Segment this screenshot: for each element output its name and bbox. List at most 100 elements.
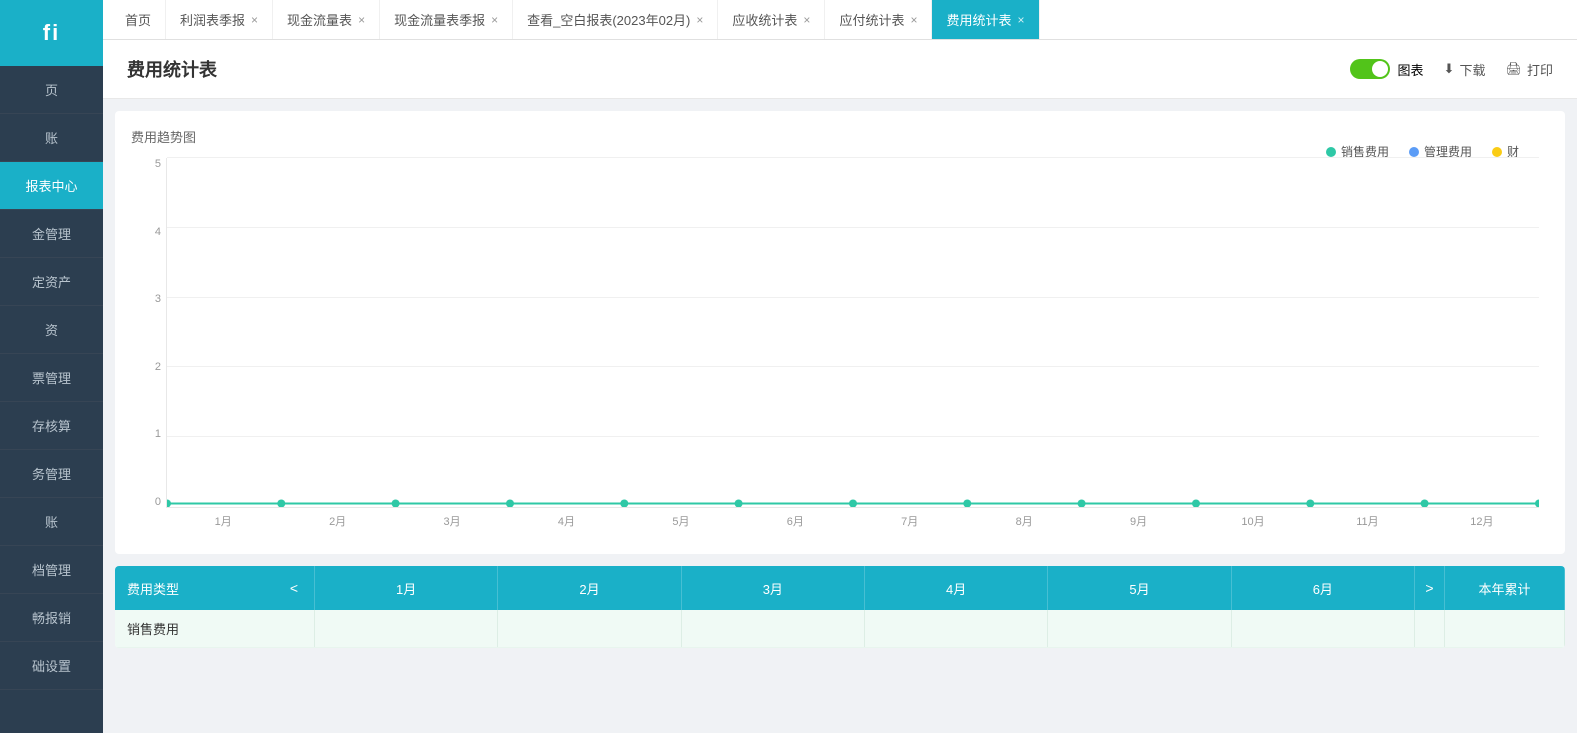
sidebar-item-ledger[interactable]: 账 [0, 498, 103, 546]
print-label: 打印 [1527, 60, 1553, 79]
app-logo: fi [0, 0, 103, 66]
x-label-11: 11月 [1310, 513, 1424, 538]
th-month-4: 4月 [865, 566, 1048, 610]
tab-blank-report-label: 查看_空白报表(2023年02月) [527, 10, 690, 29]
tab-payable-label: 应付统计表 [839, 10, 904, 29]
chart-svg [167, 158, 1539, 507]
tab-cashflow-quarterly-label: 现金流量表季报 [394, 10, 485, 29]
td-type-sales: 销售费用 [115, 610, 315, 647]
x-axis: 1月 2月 3月 4月 5月 6月 7月 8月 9月 10月 11月 12月 [166, 513, 1539, 538]
main-area: 首页 利润表季报 × 现金流量表 × 现金流量表季报 × 查看_空白报表(202… [103, 0, 1577, 733]
x-label-9: 9月 [1081, 513, 1195, 538]
tab-cashflow-close[interactable]: × [358, 13, 365, 27]
sidebar-item-account[interactable]: 账 [0, 114, 103, 162]
download-icon: ⬇ [1444, 61, 1455, 77]
td-sales-2 [498, 610, 681, 647]
sidebar-item-inventory[interactable]: 存核算 [0, 402, 103, 450]
legend-sales-dot [1326, 147, 1336, 157]
tab-expense[interactable]: 费用统计表 × [932, 0, 1039, 40]
tab-receivable-close[interactable]: × [803, 13, 810, 27]
th-month-6: 6月 [1232, 566, 1415, 610]
tab-blank-report-close[interactable]: × [696, 13, 703, 27]
x-label-7: 7月 [853, 513, 967, 538]
table-row-sales: 销售费用 [115, 610, 1565, 648]
th-total: 本年累计 [1445, 566, 1565, 610]
y-axis: 0 1 2 3 4 5 [131, 158, 161, 508]
td-sales-5 [1048, 610, 1231, 647]
tab-blank-report[interactable]: 查看_空白报表(2023年02月) × [513, 0, 718, 40]
tab-profit-close[interactable]: × [251, 13, 258, 27]
table-nav-prev[interactable]: < [286, 578, 302, 598]
td-sales-total [1445, 610, 1565, 647]
th-nav-next: > [1415, 566, 1445, 610]
chart-area: 0 1 2 3 4 5 [131, 158, 1549, 538]
y-label-3: 3 [131, 293, 161, 305]
tab-receivable[interactable]: 应收统计表 × [718, 0, 825, 40]
th-month-2: 2月 [498, 566, 681, 610]
chart-toggle[interactable] [1350, 59, 1390, 79]
sidebar-item-reports[interactable]: 报表中心 [0, 162, 103, 210]
tab-profit-label: 利润表季报 [180, 10, 245, 29]
tab-receivable-label: 应收统计表 [732, 10, 797, 29]
sidebar-item-home[interactable]: 页 [0, 66, 103, 114]
sidebar-item-finance[interactable]: 金管理 [0, 210, 103, 258]
th-month-5: 5月 [1048, 566, 1231, 610]
tab-expense-close[interactable]: × [1017, 13, 1024, 27]
y-label-0: 0 [131, 496, 161, 508]
page-header: 费用统计表 图表 ⬇ 下载 🖨 打印 [103, 40, 1577, 99]
x-label-8: 8月 [967, 513, 1081, 538]
y-label-2: 2 [131, 361, 161, 373]
chart-wrapper: 0 1 2 3 4 5 [131, 158, 1549, 538]
x-label-10: 10月 [1196, 513, 1310, 538]
td-sales-3 [682, 610, 865, 647]
sidebar-item-service[interactable]: 务管理 [0, 450, 103, 498]
download-button[interactable]: ⬇ 下载 [1444, 60, 1486, 79]
download-label: 下载 [1459, 60, 1485, 79]
chart-toggle-container: 图表 [1350, 59, 1424, 79]
header-actions: 图表 ⬇ 下载 🖨 打印 [1350, 59, 1553, 79]
x-label-3: 3月 [395, 513, 509, 538]
sidebar-item-archive[interactable]: 档管理 [0, 546, 103, 594]
table-section: 费用类型 < 1月 2月 3月 4月 5月 6月 > 本年累计 销售费用 [115, 566, 1565, 648]
y-label-1: 1 [131, 428, 161, 440]
y-label-5: 5 [131, 158, 161, 170]
legend-finance-dot [1492, 147, 1502, 157]
x-label-5: 5月 [624, 513, 738, 538]
sidebar-item-assets[interactable]: 定资产 [0, 258, 103, 306]
sidebar-item-invoice[interactable]: 票管理 [0, 354, 103, 402]
print-icon: 🖨 [1505, 61, 1522, 77]
th-type: 费用类型 < [115, 566, 315, 610]
x-label-6: 6月 [738, 513, 852, 538]
chart-toggle-label: 图表 [1398, 60, 1424, 79]
td-spacer [1415, 610, 1445, 647]
y-label-4: 4 [131, 226, 161, 238]
chart-container: 费用趋势图 销售费用 管理费用 财 [115, 111, 1565, 554]
x-label-12: 12月 [1425, 513, 1539, 538]
tab-cashflow-quarterly-close[interactable]: × [491, 13, 498, 27]
legend-admin-dot [1409, 147, 1419, 157]
th-month-3: 3月 [682, 566, 865, 610]
td-sales-1 [315, 610, 498, 647]
tab-expense-label: 费用统计表 [946, 10, 1011, 29]
tab-cashflow[interactable]: 现金流量表 × [273, 0, 380, 40]
tab-home[interactable]: 首页 [111, 0, 166, 40]
sidebar-item-capital[interactable]: 资 [0, 306, 103, 354]
page-content: 费用统计表 图表 ⬇ 下载 🖨 打印 费用趋势图 [103, 40, 1577, 733]
td-sales-4 [865, 610, 1048, 647]
tab-payable-close[interactable]: × [910, 13, 917, 27]
table-nav-next[interactable]: > [1421, 578, 1437, 598]
th-type-label: 费用类型 [127, 579, 179, 598]
tab-payable[interactable]: 应付统计表 × [825, 0, 932, 40]
tab-cashflow-quarterly[interactable]: 现金流量表季报 × [380, 0, 513, 40]
x-label-1: 1月 [166, 513, 280, 538]
x-label-4: 4月 [509, 513, 623, 538]
tab-cashflow-label: 现金流量表 [287, 10, 352, 29]
th-month-1: 1月 [315, 566, 498, 610]
sidebar-item-settings[interactable]: 础设置 [0, 642, 103, 690]
sidebar-item-reimbursement[interactable]: 畅报销 [0, 594, 103, 642]
tab-profit[interactable]: 利润表季报 × [166, 0, 273, 40]
sidebar: fi 页 账 报表中心 金管理 定资产 资 票管理 存核算 务管理 账 档管理 … [0, 0, 103, 733]
page-title: 费用统计表 [127, 56, 217, 82]
tab-home-label: 首页 [125, 10, 151, 29]
print-button[interactable]: 🖨 打印 [1505, 60, 1553, 79]
